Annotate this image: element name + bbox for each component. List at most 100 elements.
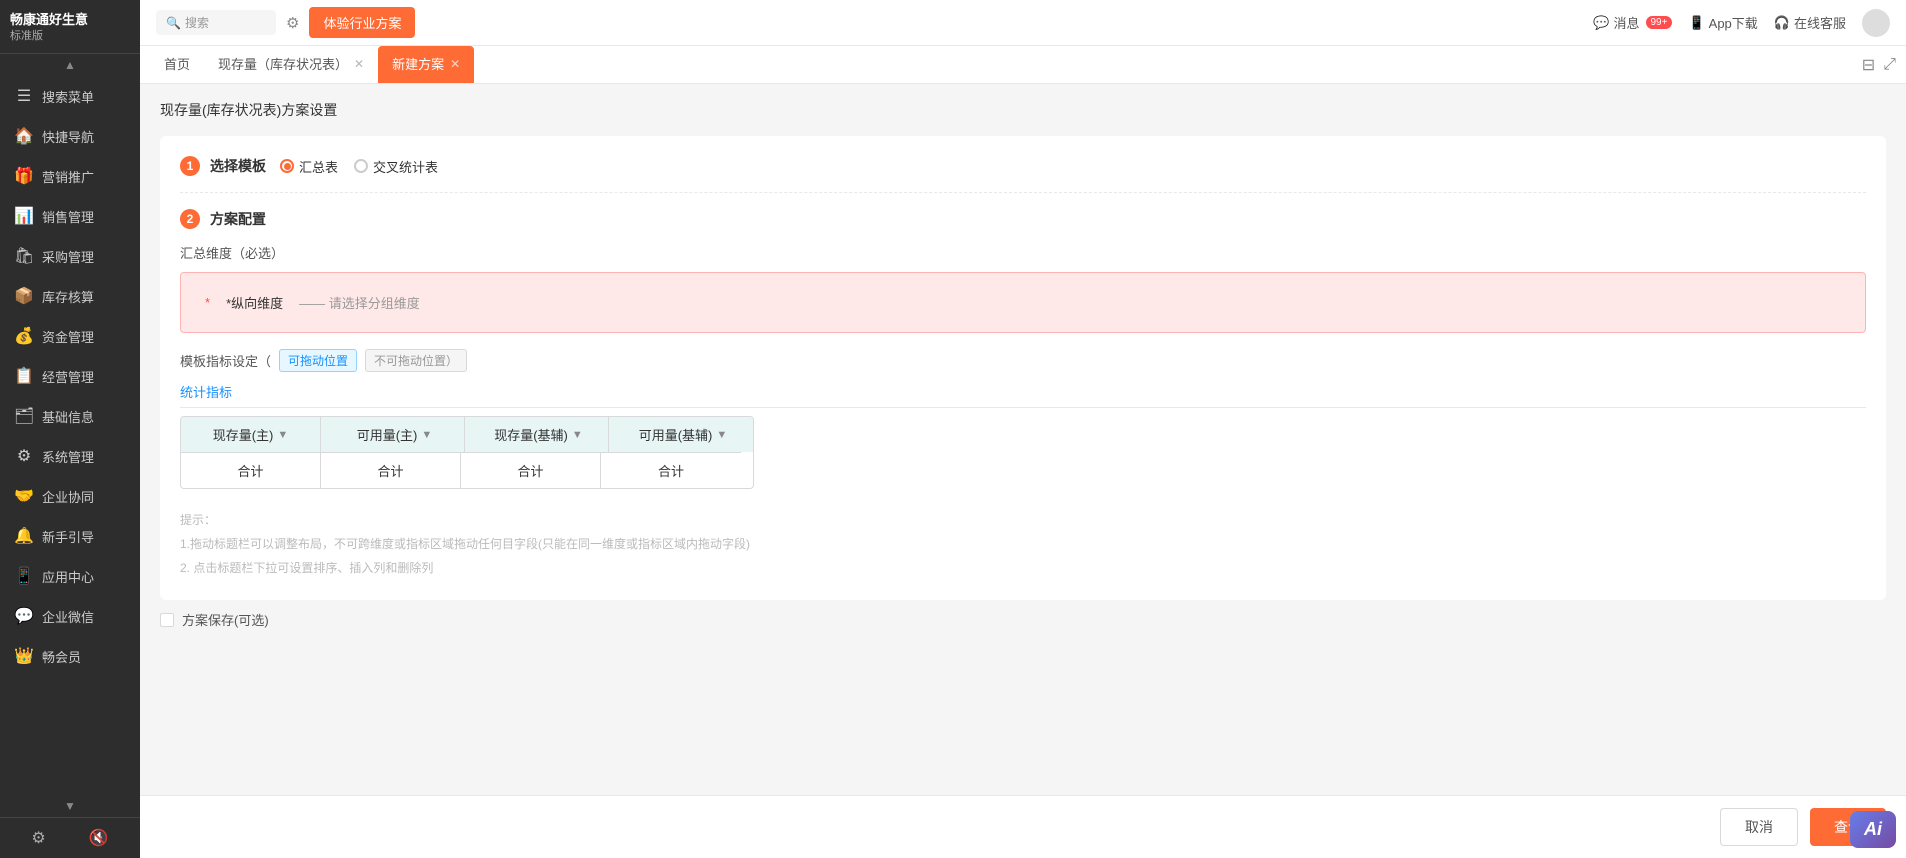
sidebar-item-sales[interactable]: 📊 销售管理 <box>0 196 140 236</box>
chevron-icon-2: ▼ <box>572 429 583 441</box>
chevron-icon-0: ▼ <box>277 429 288 441</box>
tips-area: 提示： 1.拖动标题栏可以调整布局，不可跨维度或指标区域拖动任何目字段(只能在同… <box>180 508 1866 580</box>
expand-icon[interactable]: ⤢ <box>1883 56 1896 74</box>
divider1 <box>180 192 1866 193</box>
content-area: 现存量(库存状况表)方案设置 1 选择模板 汇总表 交叉统计表 <box>140 84 1906 795</box>
tab-new-scheme[interactable]: 新建方案 ✕ <box>378 46 474 83</box>
tag-draggable: 可拖动位置 <box>279 349 357 372</box>
sales-icon: 📊 <box>14 206 34 226</box>
step2-badge: 2 <box>180 209 200 229</box>
radio-summary[interactable]: 汇总表 <box>280 157 338 176</box>
topbar: 🔍 搜索 ⚙ 体验行业方案 💬 消息 99+ 📱 App下载 🎧 在线客服 <box>140 0 1906 46</box>
col-header-1[interactable]: 可用量(主) ▼ <box>325 417 465 452</box>
radio-dot-summary <box>280 159 294 173</box>
settings-icon[interactable]: ⚙ <box>31 828 45 848</box>
radio-dot-cross <box>354 159 368 173</box>
step2-label: 方案配置 <box>210 209 266 229</box>
indicator-settings-label: 模板指标设定（ 可拖动位置 不可拖动位置） <box>180 349 1866 372</box>
minimize-icon[interactable]: ⊟ <box>1862 55 1875 75</box>
required-star: * <box>205 295 210 310</box>
sidebar-item-system[interactable]: ⚙ 系统管理 <box>0 436 140 476</box>
tab-home[interactable]: 首页 <box>150 46 204 83</box>
sidebar-item-purchase[interactable]: 🛍 采购管理 <box>0 236 140 276</box>
operations-icon: 📋 <box>14 366 34 386</box>
sidebar-item-marketing[interactable]: 🎁 营销推广 <box>0 156 140 196</box>
marketing-icon: 🎁 <box>14 166 34 186</box>
vertical-dim-placeholder[interactable]: —— 请选择分组维度 <box>299 293 420 312</box>
save-row: 方案保存(可选) <box>160 600 1886 639</box>
sidebar-item-operations[interactable]: 📋 经营管理 <box>0 356 140 396</box>
headset-icon: 🎧 <box>1774 15 1790 31</box>
system-icon: ⚙ <box>14 446 34 466</box>
sidebar-item-enterprise[interactable]: 🤝 企业协同 <box>0 476 140 516</box>
sidebar-item-search-menu[interactable]: ☰ 搜索菜单 <box>0 76 140 116</box>
tip-1: 1.拖动标题栏可以调整布局，不可跨维度或指标区域拖动任何目字段(只能在同一维度或… <box>180 532 1866 556</box>
col-body-0: 合计 <box>181 452 321 488</box>
search-menu-icon: ☰ <box>14 86 34 106</box>
indicator-settings: 模板指标设定（ 可拖动位置 不可拖动位置） 统计指标 现存量(主) ▼ 可用量(… <box>180 349 1866 492</box>
save-checkbox[interactable] <box>160 613 174 627</box>
quick-nav-icon: 🏠 <box>14 126 34 146</box>
col-header-3[interactable]: 可用量(基辅) ▼ <box>613 417 753 452</box>
app-icon: 📱 <box>1688 15 1704 31</box>
save-label: 方案保存(可选) <box>182 610 269 629</box>
col-body-3: 合计 <box>601 452 741 488</box>
message-badge: 99+ <box>1646 16 1673 29</box>
vip-icon: 👑 <box>14 646 34 666</box>
sidebar-item-finance[interactable]: 💰 资金管理 <box>0 316 140 356</box>
close-tab2-icon[interactable]: ✕ <box>450 57 460 71</box>
main-area: 🔍 搜索 ⚙ 体验行业方案 💬 消息 99+ 📱 App下载 🎧 在线客服 <box>140 0 1906 858</box>
step1-label: 选择模板 <box>210 156 266 176</box>
summary-dim-label: 汇总维度（必选） <box>180 243 1866 262</box>
col-header-0[interactable]: 现存量(主) ▼ <box>181 417 321 452</box>
step1-header: 1 选择模板 汇总表 交叉统计表 <box>180 156 1866 176</box>
sidebar-item-basic-info[interactable]: 🗂 基础信息 <box>0 396 140 436</box>
wechat-icon: 💬 <box>14 606 34 626</box>
col-header-2[interactable]: 现存量(基辅) ▼ <box>469 417 609 452</box>
message-item[interactable]: 💬 消息 99+ <box>1593 13 1672 32</box>
sidebar-item-guide[interactable]: 🔔 新手引导 <box>0 516 140 556</box>
radio-cross[interactable]: 交叉统计表 <box>354 157 438 176</box>
tab-inventory[interactable]: 现存量（库存状况表） ✕ <box>204 46 378 83</box>
message-icon: 💬 <box>1593 15 1609 31</box>
vertical-dim-text: *纵向维度 <box>226 293 283 312</box>
sidebar-scroll-down[interactable]: ▼ <box>0 795 140 817</box>
sidebar-item-wechat[interactable]: 💬 企业微信 <box>0 596 140 636</box>
search-bar[interactable]: 🔍 搜索 <box>156 10 276 35</box>
cancel-button[interactable]: 取消 <box>1720 808 1798 846</box>
industry-btn[interactable]: 体验行业方案 <box>309 7 415 38</box>
sidebar-nav: ☰ 搜索菜单 🏠 快捷导航 🎁 营销推广 📊 销售管理 🛍 采购管理 📦 库存核… <box>0 76 140 795</box>
online-service-item[interactable]: 🎧 在线客服 <box>1774 13 1846 32</box>
step2-header: 2 方案配置 <box>180 209 1866 229</box>
sidebar-item-quick-nav[interactable]: 🏠 快捷导航 <box>0 116 140 156</box>
sidebar-item-app-center[interactable]: 📱 应用中心 <box>0 556 140 596</box>
sidebar-item-inventory[interactable]: 📦 库存核算 <box>0 276 140 316</box>
page-title: 现存量(库存状况表)方案设置 <box>160 100 1886 120</box>
tabs-right: ⊟ ⤢ <box>1862 55 1896 75</box>
topbar-left: 🔍 搜索 ⚙ 体验行业方案 <box>156 7 415 38</box>
purchase-icon: 🛍 <box>14 246 34 266</box>
vertical-dim-box: * *纵向维度 —— 请选择分组维度 <box>180 272 1866 333</box>
sidebar: 畅康通好生意 标准版 ▲ ☰ 搜索菜单 🏠 快捷导航 🎁 营销推广 📊 销售管理… <box>0 0 140 858</box>
close-tab1-icon[interactable]: ✕ <box>354 57 364 71</box>
template-radio-group: 汇总表 交叉统计表 <box>280 157 438 176</box>
app-download-item[interactable]: 📱 App下载 <box>1688 13 1757 32</box>
tip-2: 2. 点击标题栏下拉可设置排序、插入列和删除列 <box>180 556 1866 580</box>
sidebar-item-vip[interactable]: 👑 畅会员 <box>0 636 140 676</box>
col-body-2: 合计 <box>461 452 601 488</box>
settings-card: 1 选择模板 汇总表 交叉统计表 2 方案配置 <box>160 136 1886 600</box>
tabs-bar: 首页 现存量（库存状况表） ✕ 新建方案 ✕ ⊟ ⤢ <box>140 46 1906 84</box>
search-icon: 🔍 <box>166 16 181 30</box>
ai-button[interactable]: Ai <box>1850 811 1896 848</box>
guide-icon: 🔔 <box>14 526 34 546</box>
tips-title: 提示： <box>180 508 1866 532</box>
volume-icon[interactable]: 🔇 <box>89 828 109 848</box>
avatar[interactable] <box>1862 9 1890 37</box>
sidebar-scroll-up[interactable]: ▲ <box>0 54 140 76</box>
step1-badge: 1 <box>180 156 200 176</box>
col-body-1: 合计 <box>321 452 461 488</box>
gear-icon[interactable]: ⚙ <box>286 14 299 32</box>
stats-table-body-row: 合计 合计 合计 合计 <box>181 452 753 488</box>
inventory-icon: 📦 <box>14 286 34 306</box>
finance-icon: 💰 <box>14 326 34 346</box>
